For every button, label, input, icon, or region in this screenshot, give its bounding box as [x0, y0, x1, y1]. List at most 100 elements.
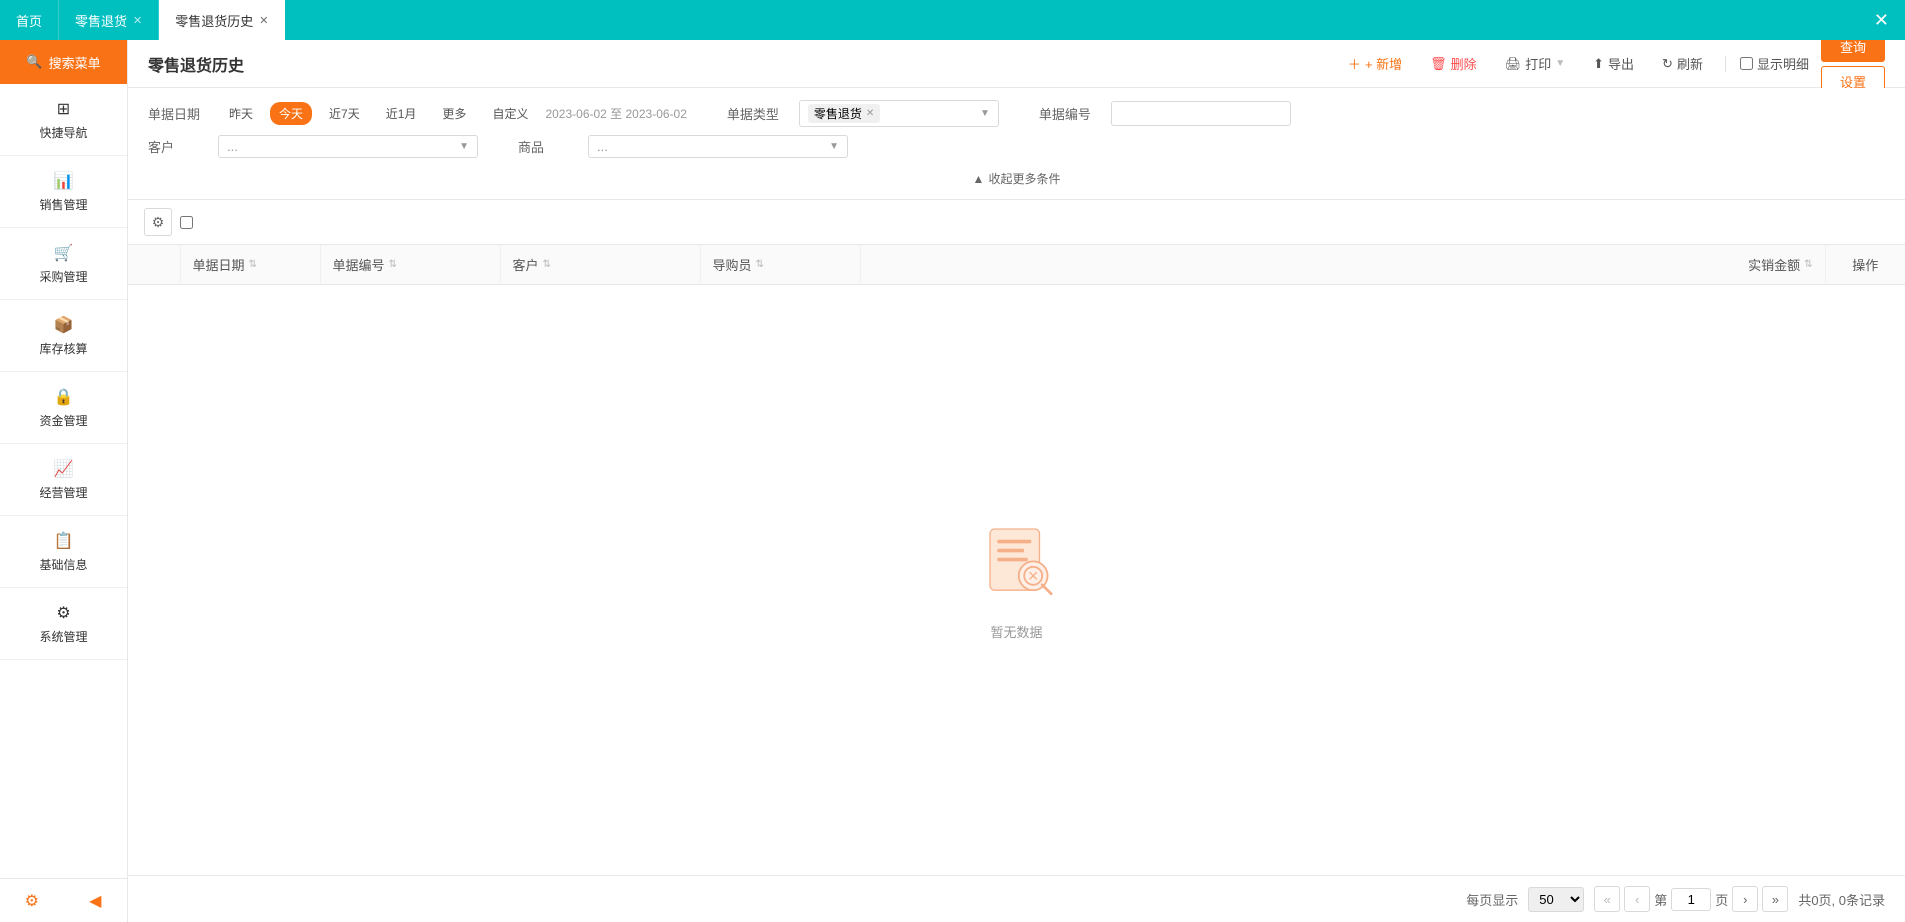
- table-settings-button[interactable]: ⚙: [144, 208, 172, 236]
- product-select[interactable]: ... ▼: [588, 135, 848, 158]
- date-btn-yesterday[interactable]: 昨天: [220, 102, 262, 125]
- th-customer[interactable]: 客户 ⇅: [500, 245, 700, 285]
- new-button[interactable]: ＋ + 新增: [1340, 50, 1410, 77]
- show-detail-label: 显示明细: [1757, 54, 1809, 73]
- empty-text: 暂无数据: [990, 622, 1042, 641]
- doc-no-input[interactable]: [1111, 101, 1291, 126]
- delete-icon: 🗑: [1430, 56, 1447, 72]
- th-no-sort-icon: ⇅: [389, 259, 397, 270]
- sidebar-search[interactable]: 🔍 搜索菜单: [0, 40, 127, 84]
- sidebar-item-purchase-mgmt-label: 采购管理: [39, 268, 87, 285]
- sidebar-item-operations[interactable]: 📈 经营管理: [0, 444, 127, 516]
- doc-type-label: 单据类型: [727, 104, 779, 123]
- empty-icon: [972, 520, 1062, 610]
- page-nav: « ‹ 第 页 › »: [1594, 886, 1788, 912]
- sidebar-item-purchase-mgmt[interactable]: 🛒 采购管理: [0, 228, 127, 300]
- doc-type-select[interactable]: 零售退货 ✕ ▼: [799, 100, 999, 127]
- show-detail-checkbox-label[interactable]: 显示明细: [1740, 54, 1809, 73]
- delete-button[interactable]: 🗑 删除: [1422, 50, 1485, 77]
- tab-retail-return-close[interactable]: ✕: [133, 14, 142, 27]
- collapse-button[interactable]: ▲ 收起更多条件: [148, 166, 1885, 191]
- date-btn-more[interactable]: 更多: [433, 102, 475, 125]
- date-filter-group: 昨天 今天 近7天 近1月 更多 自定义 2023-06-02 至 2023-0…: [220, 102, 687, 125]
- header-divider: [1725, 56, 1726, 72]
- page-word: 第: [1654, 890, 1667, 909]
- product-placeholder: ...: [597, 139, 608, 154]
- collapse-label: 收起更多条件: [988, 170, 1060, 187]
- sidebar-collapse-button[interactable]: ◀: [64, 879, 128, 922]
- th-customer-label: 客户: [513, 255, 539, 274]
- select-all-checkbox[interactable]: [180, 216, 193, 229]
- date-btn-custom[interactable]: 自定义: [483, 102, 537, 125]
- page-input[interactable]: [1671, 888, 1711, 911]
- th-date[interactable]: 单据日期 ⇅: [180, 245, 320, 285]
- tab-list: 首页 零售退货 ✕ 零售退货历史 ✕: [0, 0, 1858, 40]
- th-amount-sort-icon: ⇅: [1804, 259, 1812, 270]
- query-button[interactable]: 查询: [1821, 40, 1885, 62]
- sidebar-item-base-info[interactable]: 📋 基础信息: [0, 516, 127, 588]
- th-no[interactable]: 单据编号 ⇅: [320, 245, 500, 285]
- quick-nav-icon: ⊞: [53, 98, 75, 120]
- sidebar-bottom: ⚙ ◀: [0, 878, 127, 922]
- doc-no-label: 单据编号: [1039, 104, 1091, 123]
- th-guide-label: 导购员: [713, 255, 752, 274]
- page-unit: 页: [1715, 890, 1728, 909]
- refresh-button[interactable]: ↻ 刷新: [1654, 50, 1711, 77]
- content-area: 零售退货历史 ＋ + 新增 🗑 删除 🖨 打印 ▼ ⬆ 导出: [128, 40, 1905, 922]
- date-btn-today[interactable]: 今天: [270, 102, 312, 125]
- total-info: 共0页, 0条记录: [1798, 890, 1885, 909]
- export-button[interactable]: ⬆ 导出: [1585, 50, 1642, 77]
- th-action: 操作: [1825, 245, 1905, 285]
- th-customer-sort-icon: ⇅: [543, 259, 551, 270]
- tab-home[interactable]: 首页: [0, 0, 59, 40]
- customer-select[interactable]: ... ▼: [218, 135, 478, 158]
- th-date-label: 单据日期: [193, 255, 245, 274]
- print-button[interactable]: 🖨 打印 ▼: [1497, 50, 1573, 77]
- sidebar-item-operations-label: 经营管理: [39, 484, 87, 501]
- sidebar-item-quick-nav[interactable]: ⊞ 快捷导航: [0, 84, 127, 156]
- page-size-select[interactable]: 50 100 200: [1528, 887, 1584, 912]
- sidebar-item-inventory-label: 库存核算: [39, 340, 87, 357]
- date-btn-7days[interactable]: 近7天: [320, 102, 369, 125]
- th-guide[interactable]: 导购员 ⇅: [700, 245, 860, 285]
- th-amount[interactable]: 实销金额 ⇅: [860, 245, 1825, 285]
- doc-type-tag-close[interactable]: ✕: [866, 108, 874, 119]
- sidebar-item-finance-label: 资金管理: [39, 412, 87, 429]
- tab-home-label: 首页: [16, 11, 42, 30]
- tab-retail-return-history-label: 零售退货历史: [175, 11, 253, 30]
- th-guide-sort-icon: ⇅: [756, 259, 764, 270]
- sidebar-item-finance[interactable]: 🔒 资金管理: [0, 372, 127, 444]
- show-detail-checkbox[interactable]: [1740, 57, 1753, 70]
- sidebar: 🔍 搜索菜单 ⊞ 快捷导航 📊 销售管理 🛒 采购管理 📦 库存核算 🔒 资金管…: [0, 40, 128, 922]
- sidebar-item-inventory[interactable]: 📦 库存核算: [0, 300, 127, 372]
- sidebar-item-sys-mgmt[interactable]: ⚙ 系统管理: [0, 588, 127, 660]
- tab-retail-return-history-close[interactable]: ✕: [259, 14, 268, 27]
- empty-state: 暂无数据: [128, 285, 1905, 875]
- print-label: 打印: [1525, 54, 1551, 73]
- sidebar-settings-button[interactable]: ⚙: [0, 879, 64, 922]
- doc-type-tag-retail-return: 零售退货 ✕: [808, 104, 880, 123]
- date-btn-1month[interactable]: 近1月: [377, 102, 426, 125]
- sidebar-search-label: 搜索菜单: [49, 53, 101, 72]
- window-close-button[interactable]: ✕: [1858, 10, 1905, 31]
- page-prev-button[interactable]: ‹: [1624, 886, 1650, 912]
- th-date-sort-icon: ⇅: [249, 259, 257, 270]
- top-bar: 首页 零售退货 ✕ 零售退货历史 ✕ ✕: [0, 0, 1905, 40]
- page-header: 零售退货历史 ＋ + 新增 🗑 删除 🖨 打印 ▼ ⬆ 导出: [128, 40, 1905, 88]
- tab-retail-return-history[interactable]: 零售退货历史 ✕: [159, 0, 285, 40]
- base-info-icon: 📋: [53, 530, 75, 552]
- product-dropdown-icon: ▼: [829, 141, 839, 152]
- refresh-label: 刷新: [1677, 54, 1703, 73]
- th-action-label: 操作: [1852, 258, 1878, 273]
- sidebar-item-sales-mgmt-label: 销售管理: [39, 196, 87, 213]
- page-last-button[interactable]: »: [1762, 886, 1788, 912]
- tab-retail-return[interactable]: 零售退货 ✕: [59, 0, 159, 40]
- finance-icon: 🔒: [53, 386, 75, 408]
- th-no-label: 单据编号: [333, 255, 385, 274]
- sidebar-item-sales-mgmt[interactable]: 📊 销售管理: [0, 156, 127, 228]
- inventory-icon: 📦: [53, 314, 75, 336]
- collapse-up-icon: ▲: [973, 172, 985, 186]
- page-first-button[interactable]: «: [1594, 886, 1620, 912]
- filter-row-2: 客户 ... ▼ 商品 ... ▼: [148, 135, 1885, 158]
- page-next-button[interactable]: ›: [1732, 886, 1758, 912]
